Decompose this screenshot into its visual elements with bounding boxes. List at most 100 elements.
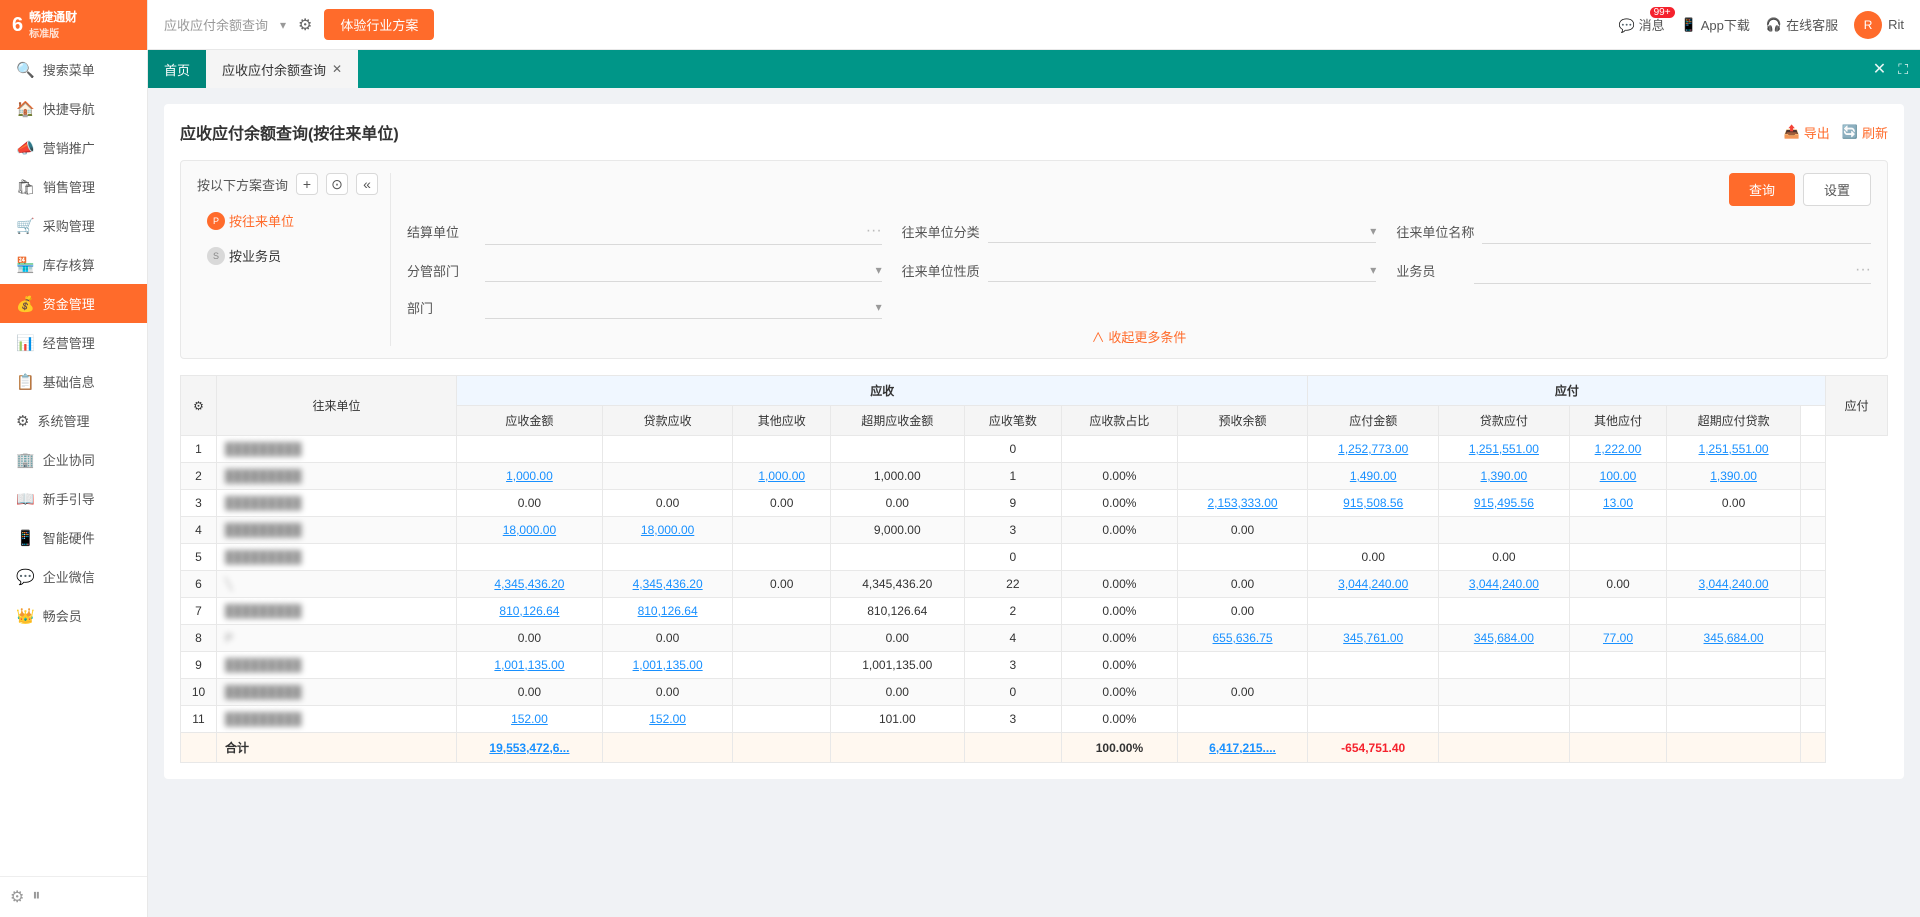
filter-category-select[interactable]: ▾ [988, 220, 1377, 243]
filter-department-select[interactable]: ▾ [485, 296, 882, 319]
collapse-btn[interactable]: ∧ 收起更多条件 [1092, 327, 1187, 346]
cell-loan-ap[interactable]: 345,684.00 [1439, 625, 1570, 652]
add-scheme-btn[interactable]: + [296, 173, 318, 195]
th-settings[interactable]: ⚙ [181, 376, 217, 436]
cell-loan-ap[interactable]: 1,390.00 [1439, 463, 1570, 490]
header-dropdown-icon[interactable]: ▾ [280, 18, 286, 32]
cell-ar-count: 0 [964, 679, 1062, 706]
collapse-sidebar-icon[interactable]: ⏸ [32, 887, 40, 907]
cell-other-ap[interactable]: 77.00 [1569, 625, 1667, 652]
sidebar-item-system[interactable]: ⚙系统管理 [0, 401, 147, 440]
cell-overdue-ap[interactable]: 3,044,240.00 [1667, 571, 1801, 598]
settings-bottom-icon[interactable]: ⚙ [10, 887, 24, 907]
footer-ar-amount[interactable]: 19,553,472,6... [457, 733, 603, 763]
messages-label: 消息 [1639, 18, 1665, 33]
cell-other-ap[interactable]: 13.00 [1569, 490, 1667, 517]
sidebar-item-operation[interactable]: 📊经营管理 [0, 323, 147, 362]
cell-ap-amount[interactable]: 1,252,773.00 [1308, 436, 1439, 463]
filter-settlement-input[interactable]: ··· [485, 218, 882, 245]
cell-ap-amount [1308, 652, 1439, 679]
salesman-dots-icon[interactable]: ··· [1855, 261, 1871, 279]
settlement-dots-icon[interactable]: ··· [866, 222, 882, 240]
quick-nav-icon: 🏠 [16, 100, 35, 118]
messages-badge[interactable]: 💬 消息 99+ [1619, 15, 1665, 34]
cell-ar-amount[interactable]: 18,000.00 [457, 517, 603, 544]
cell-loan-ap[interactable]: 3,044,240.00 [1439, 571, 1570, 598]
footer-ap-amount[interactable]: -654,751.40 [1308, 733, 1439, 763]
cell-loan-ar[interactable]: 152.00 [602, 706, 733, 733]
cell-ap-amount[interactable]: 1,490.00 [1308, 463, 1439, 490]
cell-ap-amount[interactable]: 915,508.56 [1308, 490, 1439, 517]
refresh-button[interactable]: 🔄 刷新 [1842, 123, 1888, 142]
cell-overdue-ap [1667, 598, 1801, 625]
tab-maximize-icon[interactable]: ⛶ [1898, 61, 1908, 78]
sidebar-item-guide[interactable]: 📖新手引导 [0, 479, 147, 518]
header-settings-icon[interactable]: ⚙ [298, 15, 312, 35]
sidebar-item-hardware[interactable]: 📱智能硬件 [0, 518, 147, 557]
tab-close-window-icon[interactable]: ✕ [1873, 59, 1886, 79]
sidebar-item-capital[interactable]: 💰资金管理 [0, 284, 147, 323]
cell-seq: 9 [181, 652, 217, 679]
cell-seq: 5 [181, 544, 217, 571]
sidebar-item-basic[interactable]: 📋基础信息 [0, 362, 147, 401]
cell-loan-ap[interactable]: 1,251,551.00 [1439, 436, 1570, 463]
sidebar-item-member[interactable]: 👑畅会员 [0, 596, 147, 635]
sidebar-item-corp[interactable]: 🏢企业协同 [0, 440, 147, 479]
sidebar-item-inventory[interactable]: 🏪库存核算 [0, 245, 147, 284]
tab-home[interactable]: 首页 [148, 50, 206, 88]
footer-ar-ratio: 100.00% [1062, 733, 1178, 763]
cell-loan-ar[interactable]: 4,345,436.20 [602, 571, 733, 598]
cell-overdue-ap[interactable]: 1,390.00 [1667, 463, 1801, 490]
setting-button[interactable]: 设置 [1803, 173, 1871, 206]
collapse-scheme-btn[interactable]: « [356, 173, 378, 195]
cell-overdue-ap [1667, 652, 1801, 679]
user-info[interactable]: R Rit [1854, 11, 1904, 39]
cell-loan-ar[interactable]: 1,001,135.00 [602, 652, 733, 679]
cell-ar-amount[interactable]: 4,345,436.20 [457, 571, 603, 598]
promo-button[interactable]: 体验行业方案 [324, 9, 434, 40]
cell-loan-ar[interactable]: 18,000.00 [602, 517, 733, 544]
filter-salesman-input[interactable]: ··· [1474, 257, 1871, 284]
sidebar-item-sales[interactable]: 🛍销售管理 [0, 167, 147, 206]
cell-overdue-ap [1667, 706, 1801, 733]
sidebar-item-search-menu[interactable]: 🔍搜索菜单 [0, 50, 147, 89]
sidebar-item-marketing[interactable]: 📣营销推广 [0, 128, 147, 167]
cell-prepay[interactable]: 2,153,333.00 [1177, 490, 1308, 517]
online-service[interactable]: 🎧 在线客服 [1766, 15, 1838, 34]
cell-prepay[interactable]: 655,636.75 [1177, 625, 1308, 652]
cell-ar-amount[interactable]: 810,126.64 [457, 598, 603, 625]
footer-prepay[interactable]: 6,417,215.... [1177, 733, 1308, 763]
footer-loan-ap [1439, 733, 1570, 763]
app-download[interactable]: 📱 App下载 [1681, 15, 1750, 34]
cell-ap-amount[interactable]: 345,761.00 [1308, 625, 1439, 652]
table-row: 9 █████████ 1,001,135.00 1,001,135.00 1,… [181, 652, 1888, 679]
cell-other-ap[interactable]: 100.00 [1569, 463, 1667, 490]
cell-overdue-ar: 1,000.00 [831, 463, 965, 490]
cell-overdue-ap[interactable]: 345,684.00 [1667, 625, 1801, 652]
option-by-partner[interactable]: P 按往来单位 [197, 207, 304, 234]
filter-nature-select[interactable]: ▾ [988, 259, 1377, 282]
sidebar-item-quick-nav[interactable]: 🏠快捷导航 [0, 89, 147, 128]
sidebar-item-wechat[interactable]: 💬企业微信 [0, 557, 147, 596]
cell-overdue-ap [1667, 544, 1801, 571]
cell-overdue-ap[interactable]: 1,251,551.00 [1667, 436, 1801, 463]
tab-ar-ap[interactable]: 应收应付余额查询 ✕ [206, 50, 358, 88]
cell-ar-amount[interactable]: 152.00 [457, 706, 603, 733]
table-row: 6 ╲ 4,345,436.20 4,345,436.20 0.00 4,345… [181, 571, 1888, 598]
cell-loan-ap[interactable]: 915,495.56 [1439, 490, 1570, 517]
export-button[interactable]: 📤 导出 [1784, 123, 1830, 142]
sidebar-item-purchase[interactable]: 🛒采购管理 [0, 206, 147, 245]
tab-close-icon[interactable]: ✕ [332, 62, 342, 76]
cell-other-ap[interactable]: 1,222.00 [1569, 436, 1667, 463]
edit-scheme-btn[interactable]: ⊙ [326, 173, 348, 195]
cell-ar-count: 2 [964, 598, 1062, 625]
cell-ar-amount[interactable]: 1,000.00 [457, 463, 603, 490]
option-by-salesman[interactable]: S 按业务员 [197, 242, 304, 269]
cell-other-ar[interactable]: 1,000.00 [733, 463, 831, 490]
filter-dept-select[interactable]: ▾ [485, 259, 882, 282]
cell-ap-amount[interactable]: 3,044,240.00 [1308, 571, 1439, 598]
cell-ar-amount[interactable]: 1,001,135.00 [457, 652, 603, 679]
query-button[interactable]: 查询 [1729, 173, 1795, 206]
cell-loan-ar[interactable]: 810,126.64 [602, 598, 733, 625]
filter-name-input[interactable] [1482, 220, 1871, 244]
